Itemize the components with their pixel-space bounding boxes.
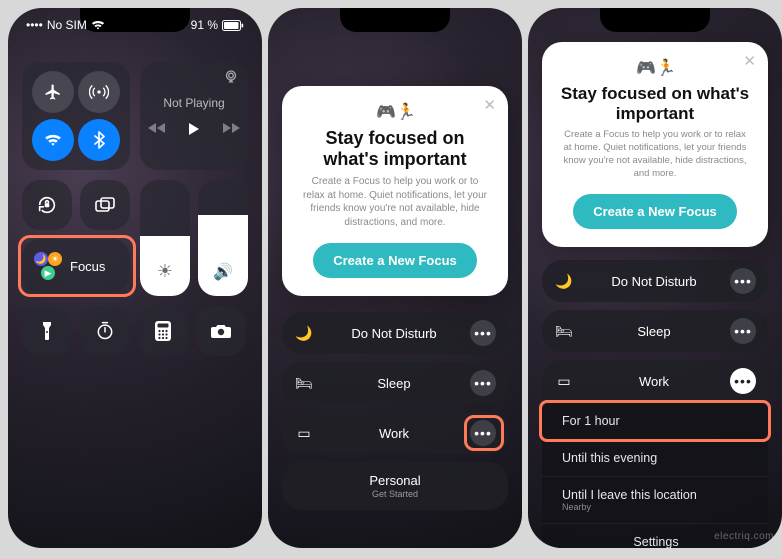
battery-label: 91 %	[191, 18, 218, 32]
signal-icon: ••••	[26, 18, 43, 32]
calculator-button[interactable]	[138, 306, 188, 356]
promo-icon-cluster: 🎮🏃	[560, 58, 750, 78]
status-bar: •••• No SIM 91 %	[8, 14, 262, 36]
create-focus-button[interactable]: Create a New Focus	[313, 243, 477, 278]
focus-work[interactable]: ▭ Work •••	[542, 360, 768, 402]
focus-dnd[interactable]: 🌙 Do Not Disturb •••	[542, 260, 768, 302]
more-icon[interactable]: •••	[730, 318, 756, 344]
wifi-toggle[interactable]	[32, 119, 74, 161]
carrier-label: No SIM	[47, 18, 87, 32]
airplane-mode-toggle[interactable]	[32, 71, 74, 113]
badge-icon: ▭	[554, 373, 574, 390]
rewind-icon[interactable]	[148, 122, 166, 136]
camera-button[interactable]	[196, 306, 246, 356]
promo-icon-cluster: 🎮🏃	[300, 102, 490, 122]
screen-mirroring-toggle[interactable]	[80, 180, 130, 230]
brightness-icon: ☀	[157, 261, 173, 282]
flashlight-toggle[interactable]	[22, 306, 72, 356]
work-option-1hour[interactable]: For 1 hour	[542, 402, 768, 439]
timer-button[interactable]	[80, 306, 130, 356]
focus-mode-list: 🌙 Do Not Disturb ••• 🛏 Sleep ••• ▭ Work …	[542, 260, 768, 548]
close-icon[interactable]: ✕	[483, 96, 496, 114]
bed-icon: 🛏	[554, 323, 574, 340]
promo-body: Create a Focus to help you work or to re…	[560, 129, 750, 180]
forward-icon[interactable]	[222, 122, 240, 136]
focus-label: Focus	[70, 259, 105, 274]
more-icon[interactable]: •••	[730, 268, 756, 294]
notch	[340, 8, 450, 32]
more-icon[interactable]: •••	[470, 320, 496, 346]
connectivity-cluster[interactable]	[22, 62, 130, 170]
focus-cluster-icon: 🌙☀▶	[34, 252, 62, 280]
moon-icon: 🌙	[294, 325, 314, 342]
work-option-evening[interactable]: Until this evening	[542, 439, 768, 476]
focus-sleep[interactable]: 🛏 Sleep •••	[282, 362, 508, 404]
bluetooth-toggle[interactable]	[78, 119, 120, 161]
close-icon[interactable]: ✕	[743, 52, 756, 70]
music-status-label: Not Playing	[163, 96, 224, 110]
airplay-icon[interactable]	[224, 70, 238, 83]
more-icon[interactable]: •••	[470, 420, 496, 446]
work-option-location[interactable]: Until I leave this location Nearby	[542, 476, 768, 523]
volume-slider[interactable]: 🔊	[198, 180, 248, 296]
notch	[600, 8, 710, 32]
focus-promo-card: ✕ 🎮🏃 Stay focused on what's important Cr…	[282, 86, 508, 296]
control-center: Not Playing 🌙☀▶ Focus ☀ 🔊	[22, 62, 248, 524]
cellular-data-toggle[interactable]	[78, 71, 120, 113]
focus-personal[interactable]: Personal Get Started	[282, 462, 508, 510]
moon-icon: 🌙	[554, 273, 574, 290]
focus-sleep[interactable]: 🛏 Sleep •••	[542, 310, 768, 352]
badge-icon: ▭	[294, 425, 314, 442]
focus-tile[interactable]: 🌙☀▶ Focus	[22, 239, 130, 293]
bed-icon: 🛏	[294, 375, 314, 392]
focus-work[interactable]: ▭ Work •••	[282, 412, 508, 454]
watermark: electriq.com	[714, 531, 774, 542]
screenshot-2: ✕ 🎮🏃 Stay focused on what's important Cr…	[268, 8, 522, 548]
focus-dnd[interactable]: 🌙 Do Not Disturb •••	[282, 312, 508, 354]
screenshot-1: •••• No SIM 91 %	[8, 8, 262, 548]
play-icon[interactable]	[188, 122, 200, 136]
focus-promo-card: ✕ 🎮🏃 Stay focused on what's important Cr…	[542, 42, 768, 247]
more-icon[interactable]: •••	[730, 368, 756, 394]
wifi-icon	[91, 20, 105, 30]
orientation-lock-toggle[interactable]	[22, 180, 72, 230]
brightness-slider[interactable]: ☀	[140, 180, 190, 296]
more-icon[interactable]: •••	[470, 370, 496, 396]
music-widget[interactable]: Not Playing	[140, 62, 248, 170]
promo-title: Stay focused on what's important	[560, 84, 750, 123]
promo-title: Stay focused on what's important	[300, 128, 490, 169]
volume-icon: 🔊	[213, 262, 233, 282]
focus-mode-list: 🌙 Do Not Disturb ••• 🛏 Sleep ••• ▭ Work …	[282, 312, 508, 510]
create-focus-button[interactable]: Create a New Focus	[573, 194, 737, 229]
promo-body: Create a Focus to help you work or to re…	[300, 175, 490, 229]
screenshot-3: ✕ 🎮🏃 Stay focused on what's important Cr…	[528, 8, 782, 548]
battery-icon	[222, 20, 244, 31]
